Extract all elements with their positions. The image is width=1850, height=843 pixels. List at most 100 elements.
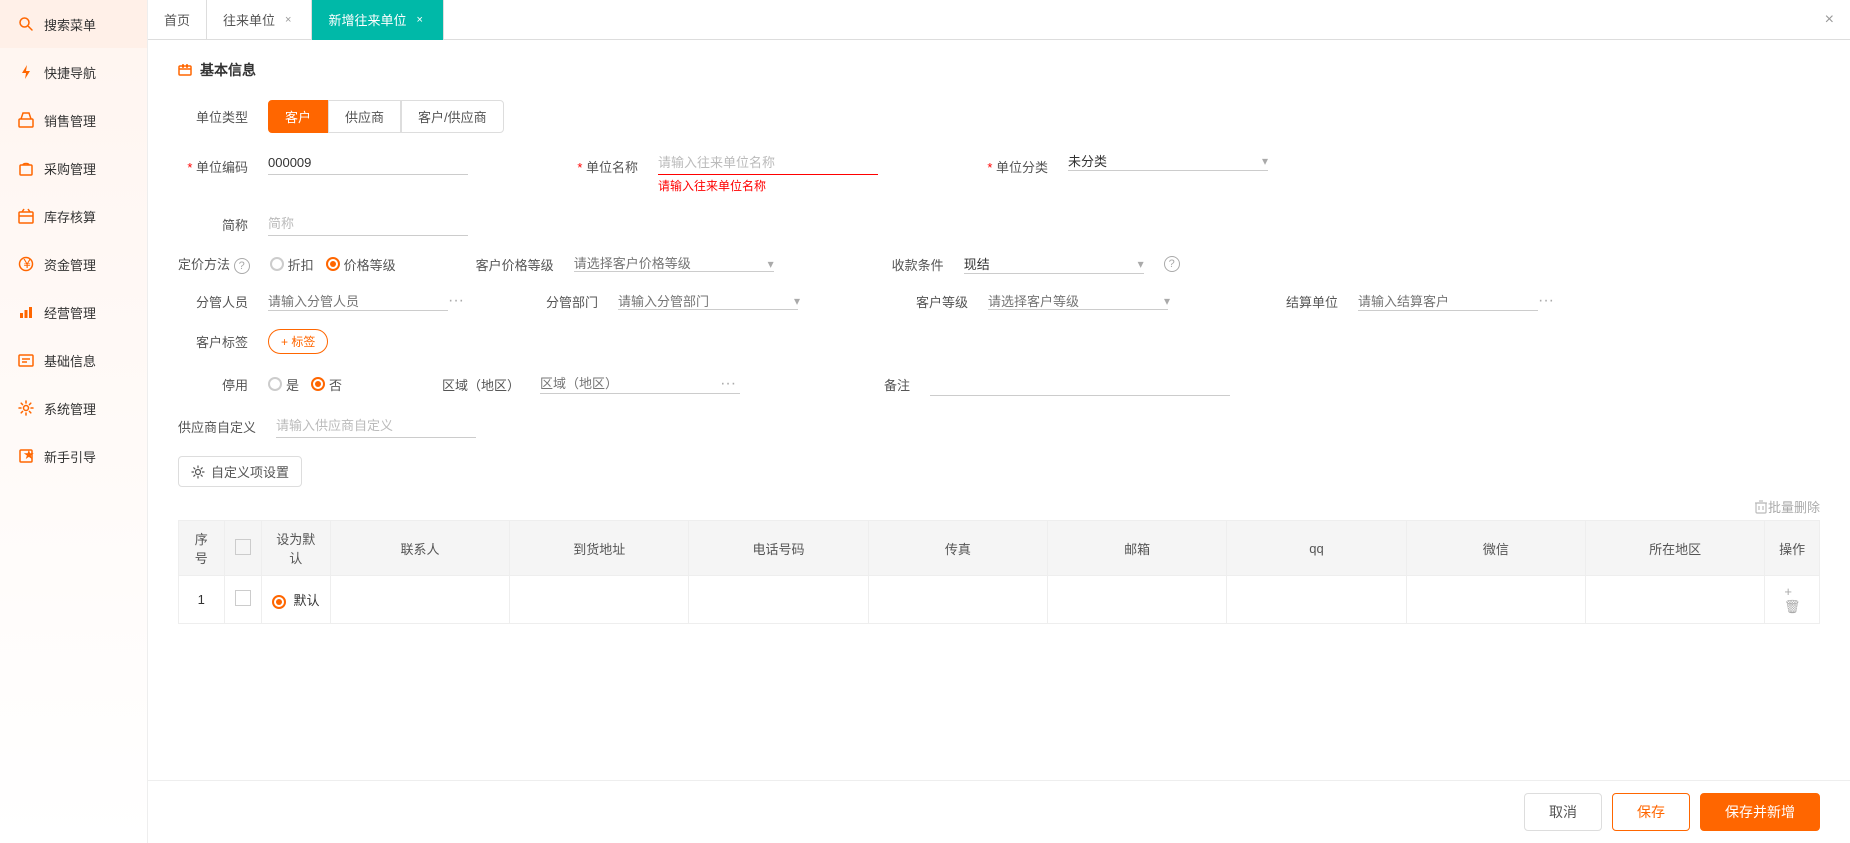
col-checkbox [224,521,261,576]
settlement-unit-wrapper[interactable]: ··· [1358,292,1538,311]
sidebar-item-quick-nav[interactable]: 快捷导航 [0,48,147,96]
settlement-unit-input[interactable] [1358,294,1534,309]
disabled-yes[interactable]: 是 [268,375,299,394]
phone-input[interactable] [699,588,857,611]
sidebar-item-basic-info[interactable]: 基础信息 [0,336,147,384]
disabled-no-radio[interactable] [311,377,325,391]
pricing-level[interactable]: 价格等级 [326,255,396,274]
tab-partners[interactable]: 往来单位 × [207,0,312,40]
sidebar-item-system[interactable]: 系统管理 [0,384,147,432]
region-wrapper[interactable]: ··· [540,375,740,394]
pricing-discount[interactable]: 折扣 [270,255,314,274]
customer-level-arrow[interactable]: ▾ [1164,294,1170,308]
disabled-no[interactable]: 否 [311,375,342,394]
department-arrow[interactable]: ▾ [794,294,800,308]
sidebar-item-sales[interactable]: 销售管理 [0,96,147,144]
section-title: 基本信息 [200,60,256,80]
customer-price-level-arrow[interactable]: ▾ [768,257,774,271]
qq-input[interactable] [1237,588,1395,611]
settlement-dots[interactable]: ··· [1534,292,1558,310]
supplier-custom-input[interactable] [276,414,476,438]
customer-level-select[interactable]: ▾ [988,294,1168,310]
unit-name-input[interactable] [658,151,878,175]
window-close-icon[interactable]: × [1809,11,1850,29]
unit-type-supplier[interactable]: 供应商 [328,100,401,133]
unit-type-both[interactable]: 客户/供应商 [401,100,504,133]
row-delete-icon[interactable]: 🗑 [1784,599,1801,614]
region-row-input[interactable] [1596,588,1754,611]
payment-help-icon[interactable]: ? [1164,256,1180,272]
row-add-icon[interactable]: + [1784,584,1792,599]
disabled-yes-radio[interactable] [268,377,282,391]
row-fax[interactable] [868,576,1047,624]
customer-price-level-select[interactable]: ▾ [574,256,774,272]
tab-home-label: 首页 [164,10,190,29]
tab-new-partner-close[interactable]: × [412,12,426,28]
contact-input[interactable] [341,588,499,611]
payment-terms-select[interactable]: 现结 ▾ [964,254,1144,274]
save-button[interactable]: 保存 [1612,793,1690,831]
manager-label: 分管人员 [178,292,248,311]
unit-code-input[interactable] [268,151,468,175]
department-input[interactable] [618,294,794,309]
row-qq[interactable] [1227,576,1406,624]
unit-type-customer[interactable]: 客户 [268,100,328,133]
header-checkbox[interactable] [235,539,251,555]
sidebar-item-inventory[interactable]: 库存核算 [0,192,147,240]
row-actions: + 🗑 [1765,576,1820,624]
pricing-level-radio[interactable] [326,257,340,271]
sidebar-item-guide[interactable]: ★ 新手引导 [0,432,147,480]
wechat-input[interactable] [1417,588,1575,611]
department-wrapper[interactable]: ▾ [618,294,798,310]
row-email[interactable] [1047,576,1226,624]
row-contact[interactable] [330,576,509,624]
unit-info-row: 单位编码 单位名称 请输入往来单位名称 单位分类 未分类 ▾ [178,151,1820,194]
row-region[interactable] [1586,576,1765,624]
sidebar-item-purchase[interactable]: 采购管理 [0,144,147,192]
row-default-label: 默认 [294,593,320,608]
manager-input[interactable] [268,294,444,309]
row-address[interactable] [510,576,689,624]
unit-type-row: 单位类型 客户 供应商 客户/供应商 [178,100,1820,133]
abbr-input[interactable] [268,212,468,236]
pricing-help-icon[interactable]: ? [234,258,250,274]
customer-price-level-input[interactable] [574,256,768,271]
main-area: 首页 往来单位 × 新增往来单位 × × 基本信息 单位类型 客户 供应商 客户… [148,0,1850,843]
cancel-button[interactable]: 取消 [1524,793,1602,831]
row-seq: 1 [179,576,225,624]
abbr-row: 简称 [178,212,1820,236]
manager-dots[interactable]: ··· [444,292,468,310]
custom-settings-button[interactable]: 自定义项设置 [178,456,302,487]
remark-label: 备注 [840,375,910,394]
sidebar-item-operation[interactable]: 经营管理 [0,288,147,336]
tab-partners-close[interactable]: × [281,12,295,28]
row-phone[interactable] [689,576,868,624]
col-fax: 传真 [868,521,1047,576]
fax-input[interactable] [879,588,1037,611]
region-input[interactable] [540,376,716,391]
add-tag-button[interactable]: + 标签 [268,329,328,354]
region-dots[interactable]: ··· [716,375,740,393]
row-wechat[interactable] [1406,576,1585,624]
row-checkbox-input[interactable] [235,590,251,606]
row-default-radio[interactable] [272,595,286,609]
pricing-discount-radio[interactable] [270,257,284,271]
tab-new-partner[interactable]: 新增往来单位 × [312,0,443,40]
batch-delete-label[interactable]: 批量删除 [1768,497,1820,516]
manager-wrapper[interactable]: ··· [268,292,448,311]
email-input[interactable] [1058,588,1216,611]
save-new-button[interactable]: 保存并新增 [1700,793,1820,831]
col-region: 所在地区 [1586,521,1765,576]
address-input[interactable] [520,588,678,611]
unit-category-value: 未分类 [1068,151,1262,170]
form-content: 基本信息 单位类型 客户 供应商 客户/供应商 单位编码 单位名称 请输入往来单… [148,40,1850,780]
unit-category-select[interactable]: 未分类 ▾ [1068,151,1268,171]
customer-level-input[interactable] [988,294,1164,309]
sidebar-item-search[interactable]: 搜索菜单 [0,0,147,48]
remark-input[interactable] [930,372,1230,396]
payment-terms-arrow[interactable]: ▾ [1138,257,1144,271]
svg-text:¥: ¥ [23,256,32,271]
unit-category-arrow[interactable]: ▾ [1262,154,1268,168]
tab-home[interactable]: 首页 [148,0,207,40]
sidebar-item-finance[interactable]: ¥ 资金管理 [0,240,147,288]
